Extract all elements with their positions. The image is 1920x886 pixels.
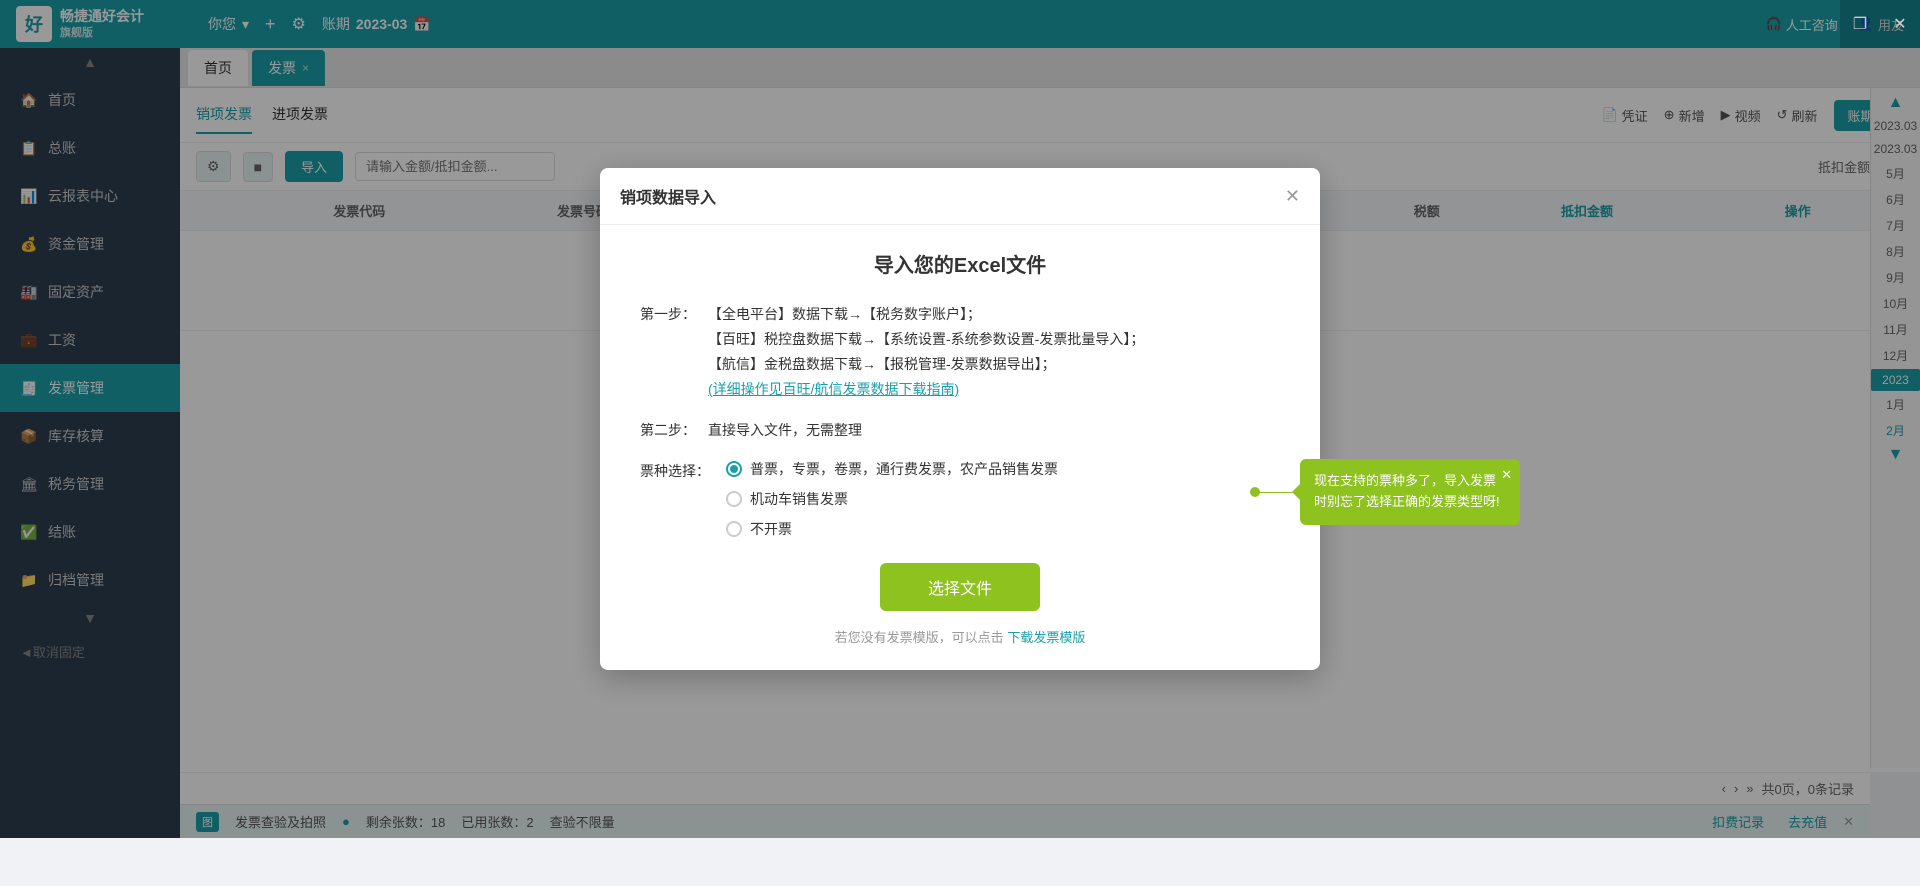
tooltip-arrow: [1292, 484, 1300, 500]
tooltip-dot: [1250, 487, 1260, 497]
import-modal: 销项数据导入 ✕ 导入您的Excel文件 第一步： 【全电平台】数据下载→【税务…: [600, 168, 1320, 671]
step1-link[interactable]: (详细操作见百旺/航信发票数据下载指南): [708, 377, 1144, 402]
modal-subtitle: 导入您的Excel文件: [640, 249, 1280, 278]
modal-header: 销项数据导入 ✕: [600, 168, 1320, 225]
modal-overlay: 销项数据导入 ✕ 导入您的Excel文件 第一步： 【全电平台】数据下载→【税务…: [0, 0, 1920, 838]
radio-label-3: 不开票: [750, 519, 792, 539]
radio-option-2[interactable]: 机动车销售发票: [726, 489, 1058, 509]
modal-close-btn[interactable]: ✕: [1285, 187, 1300, 205]
radio-circle-3: [726, 521, 742, 537]
window-controls: ❐ ✕: [1840, 0, 1920, 48]
radio-circle-1: [726, 461, 742, 477]
radio-option-1[interactable]: 普票，专票，卷票，通行费发票，农产品销售发票: [726, 459, 1058, 479]
modal-footer: 若您没有发票模版，可以点击 下载发票模版: [640, 627, 1280, 646]
step1-row: 第一步： 【全电平台】数据下载→【税务数字账户】； 【百旺】税控盘数据下载→【系…: [640, 302, 1280, 403]
tooltip-close-btn[interactable]: ✕: [1501, 465, 1512, 486]
step1-line3: 【航信】金税盘数据下载→【报税管理-发票数据导出】；: [708, 352, 1144, 377]
tooltip-bubble: ✕ 现在支持的票种多了，导入发票时别忘了选择正确的发票类型呀!: [1300, 459, 1520, 525]
step1-line1: 【全电平台】数据下载→【税务数字账户】；: [708, 302, 1144, 327]
radio-label-1: 普票，专票，卷票，通行费发票，农产品销售发票: [750, 459, 1058, 479]
footer-text: 若您没有发票模版，可以点击: [835, 630, 1004, 645]
ticket-label: 票种选择：: [640, 459, 710, 481]
radio-option-3[interactable]: 不开票: [726, 519, 1058, 539]
radio-circle-2: [726, 491, 742, 507]
modal-title: 销项数据导入: [620, 184, 716, 208]
radio-dot-1: [730, 465, 738, 473]
modal-body: 导入您的Excel文件 第一步： 【全电平台】数据下载→【税务数字账户】； 【百…: [600, 225, 1320, 671]
step2-content: 直接导入文件，无需整理: [708, 418, 862, 443]
radio-label-2: 机动车销售发票: [750, 489, 848, 509]
step1-label: 第一步：: [640, 302, 696, 324]
select-file-btn[interactable]: 选择文件: [880, 563, 1040, 611]
restore-button[interactable]: ❐: [1840, 0, 1880, 48]
step2-row: 第二步： 直接导入文件，无需整理: [640, 418, 1280, 443]
step1-content: 【全电平台】数据下载→【税务数字账户】； 【百旺】税控盘数据下载→【系统设置-系…: [708, 302, 1144, 403]
radio-group: 普票，专票，卷票，通行费发票，农产品销售发票 机动车销售发票 不开票: [726, 459, 1058, 539]
ticket-type-row: 票种选择： 普票，专票，卷票，通行费发票，农产品销售发票 机动车销售发票: [640, 459, 1280, 539]
step1-line2: 【百旺】税控盘数据下载→【系统设置-系统参数设置-发票批量导入】；: [708, 327, 1144, 352]
tooltip-text: 现在支持的票种多了，导入发票时别忘了选择正确的发票类型呀!: [1314, 473, 1500, 509]
close-window-button[interactable]: ✕: [1880, 0, 1920, 48]
download-template-link[interactable]: 下载发票模版: [1007, 630, 1085, 645]
step2-label: 第二步：: [640, 418, 696, 440]
tooltip-container: ✕ 现在支持的票种多了，导入发票时别忘了选择正确的发票类型呀!: [1250, 459, 1520, 525]
